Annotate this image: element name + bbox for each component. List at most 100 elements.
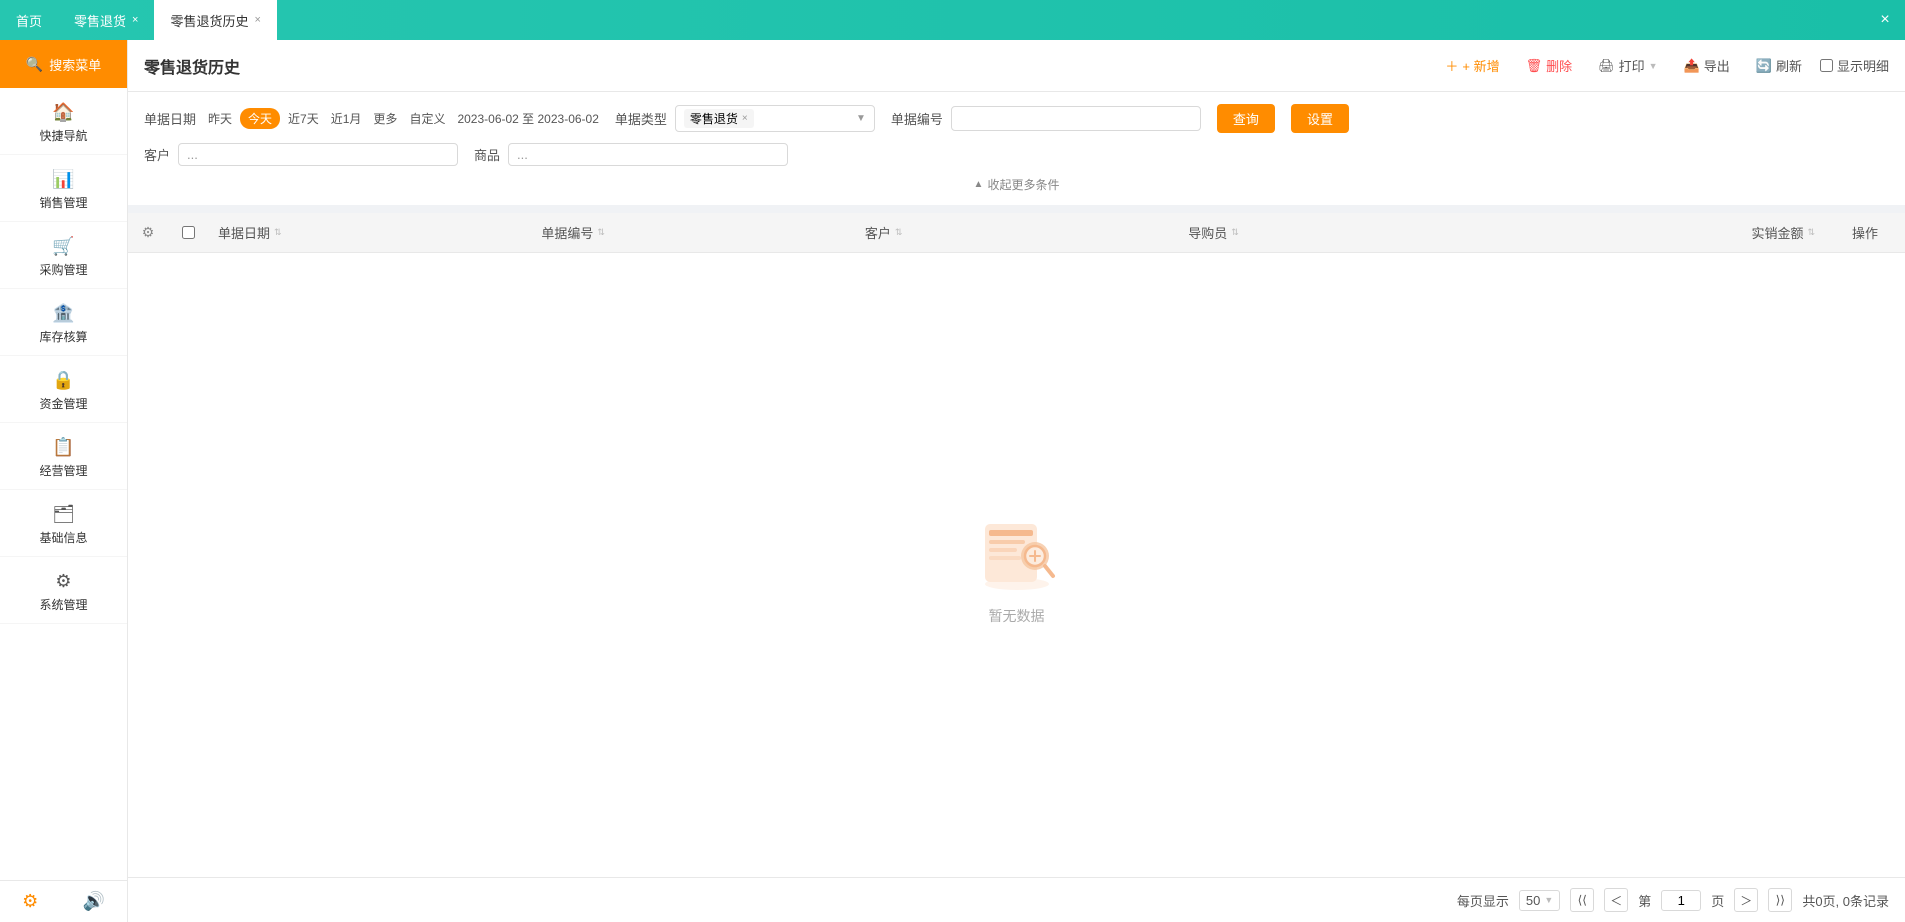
sales-icon: 📊 — [52, 169, 74, 190]
add-button[interactable]: ＋ + 新增 — [1437, 52, 1507, 79]
date-btn-7days[interactable]: 近7天 — [284, 108, 323, 129]
date-btn-1month[interactable]: 近1月 — [327, 108, 366, 129]
th-date: 单据日期 ⇅ — [208, 223, 531, 242]
toolbar: ＋ + 新增 🗑 删除 🖨 打印 ▼ 📤 导出 🔄 — [1437, 52, 1889, 91]
filter-type: 单据类型 零售退货 × ▼ — [615, 105, 875, 132]
goods-input[interactable]: ... — [508, 143, 788, 166]
date-range-display: 2023-06-02 至 2023-06-02 — [457, 110, 598, 127]
last-page-btn[interactable]: ⟩⟩ — [1768, 888, 1792, 912]
query-button[interactable]: 查询 — [1217, 104, 1275, 133]
filter-area: 单据日期 昨天 今天 近7天 近1月 更多 自定义 2023-06-02 至 2… — [128, 92, 1905, 205]
print-dropdown-icon: ▼ — [1649, 61, 1658, 71]
table-settings-icon: ⚙ — [142, 224, 155, 241]
per-page-value: 50 — [1526, 893, 1540, 908]
th-no-sort[interactable]: ⇅ — [597, 227, 605, 238]
customer-dots: ... — [187, 147, 198, 162]
content-area: 零售退货历史 ＋ + 新增 🗑 删除 🖨 打印 ▼ 📤 导出 — [128, 40, 1905, 922]
collapse-label: 收起更多条件 — [987, 176, 1059, 193]
date-btn-custom[interactable]: 自定义 — [405, 108, 449, 129]
th-ops-label: 操作 — [1852, 223, 1878, 242]
tab-retail-return[interactable]: 零售退货× — [58, 0, 154, 40]
sidebar-item-inventory[interactable]: 🏦 库存核算 — [0, 289, 127, 356]
base-info-label: 基础信息 — [39, 529, 87, 546]
delete-icon: 🗑 — [1526, 58, 1543, 74]
page-number-input[interactable] — [1661, 890, 1701, 911]
sidebar-item-quick-nav[interactable]: 🏠 快捷导航 — [0, 88, 127, 155]
th-date-sort[interactable]: ⇅ — [274, 227, 282, 238]
page-header: 零售退货历史 ＋ + 新增 🗑 删除 🖨 打印 ▼ 📤 导出 — [128, 40, 1905, 92]
type-dropdown-icon: ▼ — [856, 113, 866, 124]
quick-nav-label: 快捷导航 — [39, 127, 87, 144]
tab-home[interactable]: 首页 — [0, 0, 58, 40]
filter-voucher: 单据编号 — [891, 106, 1201, 131]
tab-close-retail-return-history[interactable]: × — [254, 14, 260, 26]
th-no: 单据编号 ⇅ — [531, 223, 854, 242]
sidebar-item-sales[interactable]: 📊 销售管理 — [0, 155, 127, 222]
tab-bar: 首页零售退货× 零售退货历史 × — [0, 0, 1865, 40]
per-page-arrow: ▼ — [1544, 895, 1553, 905]
sidebar-item-base-info[interactable]: 🗂 基础信息 — [0, 490, 127, 557]
tab-label: 零售退货历史 — [170, 11, 248, 30]
sidebar-item-purchase[interactable]: 🛒 采购管理 — [0, 222, 127, 289]
th-customer-sort[interactable]: ⇅ — [895, 227, 903, 238]
settings-button[interactable]: 设置 — [1291, 104, 1349, 133]
export-button[interactable]: 📤 导出 — [1676, 52, 1738, 79]
print-button[interactable]: 🖨 打印 ▼ — [1590, 52, 1665, 79]
per-page-select[interactable]: 50 ▼ — [1519, 890, 1560, 911]
delete-button[interactable]: 🗑 删除 — [1518, 52, 1581, 79]
th-settings[interactable]: ⚙ — [128, 224, 168, 241]
collapse-row[interactable]: ▲ 收起更多条件 — [144, 176, 1889, 193]
pagination-summary: 共0页, 0条记录 — [1802, 891, 1889, 910]
tab-label: 首页 — [16, 11, 42, 30]
customer-input[interactable]: ... — [178, 143, 458, 166]
sidebar-item-system[interactable]: ⚙ 系统管理 — [0, 557, 127, 624]
date-btn-today[interactable]: 今天 — [240, 108, 280, 129]
operation-label: 经营管理 — [39, 462, 87, 479]
search-icon: 🔍 — [26, 56, 43, 73]
empty-text: 暂无数据 — [989, 606, 1045, 626]
th-amount-label: 实销金额 — [1751, 223, 1803, 242]
system-label: 系统管理 — [39, 596, 87, 613]
empty-state: 暂无数据 — [967, 504, 1067, 626]
date-label: 单据日期 — [144, 109, 196, 128]
date-btn-yesterday[interactable]: 昨天 — [204, 108, 236, 129]
finance-label: 资金管理 — [39, 395, 87, 412]
th-amount-sort[interactable]: ⇅ — [1807, 227, 1815, 238]
filter-customer: 客户 ... — [144, 143, 458, 166]
window-close-button[interactable]: × — [1865, 0, 1905, 40]
filter-goods: 商品 ... — [474, 143, 788, 166]
tab-retail-return-history[interactable]: 零售退货历史 × — [154, 0, 276, 40]
th-guide-sort[interactable]: ⇅ — [1231, 227, 1239, 238]
print-icon: 🖨 — [1598, 58, 1615, 74]
goods-dots: ... — [517, 147, 528, 162]
filter-date: 单据日期 昨天 今天 近7天 近1月 更多 自定义 2023-06-02 至 2… — [144, 108, 599, 129]
page-title: 零售退货历史 — [144, 54, 240, 90]
next-page-btn[interactable]: ＞ — [1734, 888, 1758, 912]
th-checkbox[interactable] — [168, 226, 208, 239]
finance-icon: 🔒 — [52, 370, 74, 391]
th-guide-label: 导购员 — [1188, 223, 1227, 242]
show-detail-checkbox[interactable] — [1820, 59, 1833, 72]
settings-icon[interactable]: ⚙ — [22, 891, 38, 912]
voucher-input[interactable] — [951, 106, 1201, 131]
refresh-button[interactable]: 🔄 刷新 — [1748, 52, 1810, 79]
type-tag-label: 零售退货 — [690, 110, 738, 127]
sales-label: 销售管理 — [39, 194, 87, 211]
show-detail-checkbox-label[interactable]: 显示明细 — [1820, 56, 1889, 75]
first-page-btn[interactable]: ⟨⟨ — [1570, 888, 1594, 912]
prev-page-btn[interactable]: ＜ — [1604, 888, 1628, 912]
sidebar-item-finance[interactable]: 🔒 资金管理 — [0, 356, 127, 423]
pagination-bar: 每页显示 50 ▼ ⟨⟨ ＜ 第 页 ＞ ⟩⟩ 共0页, 0条记录 — [128, 877, 1905, 922]
date-quick-btns: 昨天 今天 近7天 近1月 更多 自定义 — [204, 108, 449, 129]
select-all-checkbox[interactable] — [182, 226, 195, 239]
sidebar-item-operation[interactable]: 📋 经营管理 — [0, 423, 127, 490]
date-btn-more[interactable]: 更多 — [369, 108, 401, 129]
tab-close-retail-return[interactable]: × — [132, 14, 138, 26]
sidebar-search[interactable]: 🔍 搜索菜单 — [0, 40, 127, 88]
refresh-label: 刷新 — [1776, 56, 1802, 75]
type-tag-close[interactable]: × — [742, 113, 748, 124]
th-ops: 操作 — [1825, 223, 1905, 242]
type-tag-input[interactable]: 零售退货 × ▼ — [675, 105, 875, 132]
page-unit: 页 — [1711, 891, 1724, 910]
audio-icon[interactable]: 🔊 — [82, 891, 104, 912]
